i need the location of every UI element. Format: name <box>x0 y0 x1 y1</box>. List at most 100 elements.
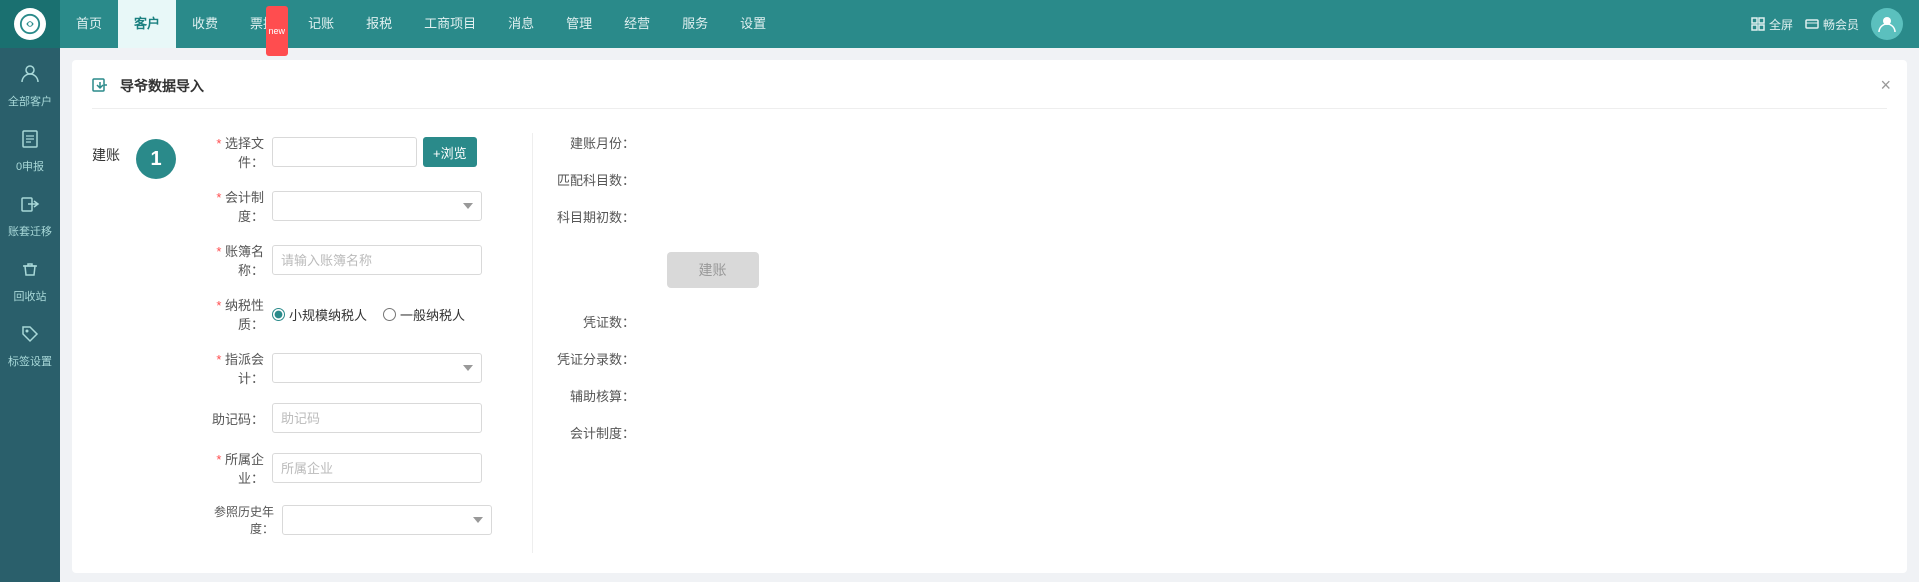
user-icon <box>1877 14 1897 34</box>
zero-declaration-icon <box>20 129 40 154</box>
nav-right: 全屏 畅会员 <box>1751 8 1919 40</box>
history-year-label: 参照历史年度： <box>192 503 282 537</box>
vip-btn[interactable]: 畅会员 <box>1805 16 1859 33</box>
tag-settings-icon <box>20 324 40 349</box>
accountant-row: 指派会计： <box>192 349 492 387</box>
build-account-button[interactable]: 建账 <box>667 252 759 288</box>
file-row: 选择文件： +浏览 <box>192 133 492 171</box>
voucher-entries-label: 凭证分录数： <box>553 349 643 368</box>
app-logo <box>0 0 60 48</box>
nav-bills[interactable]: 票据 new <box>234 0 292 48</box>
ledger-name-input[interactable] <box>272 245 482 275</box>
all-customers-icon <box>20 64 40 89</box>
tax-general-label: 一般纳税人 <box>400 305 465 324</box>
tax-type-group: 小规模纳税人 一般纳税人 <box>272 305 465 324</box>
accounting-system-row: 会计制度： <box>192 187 492 225</box>
sidebar-item-tag-settings[interactable]: 标签设置 <box>2 316 58 377</box>
top-navigation: 首页 客户 收费 票据 new 记账 报税 工商项目 消息 管理 经营 服务 设… <box>0 0 1919 48</box>
step-label: 建账 <box>92 145 120 165</box>
nav-customers[interactable]: 客户 <box>118 0 176 48</box>
build-month-label: 建账月份： <box>553 133 643 152</box>
fullscreen-icon <box>1751 17 1765 31</box>
company-input[interactable] <box>272 453 482 483</box>
form-left: 建账 1 选择文件： +浏览 <box>92 133 492 553</box>
sidebar-label-account-migration: 账套迁移 <box>8 223 52 239</box>
voucher-count-label: 凭证数： <box>553 312 643 331</box>
sidebar-item-zero-declaration[interactable]: 0申报 <box>2 121 58 182</box>
tax-small-label: 小规模纳税人 <box>289 305 367 324</box>
match-subjects-row: 匹配科目数： <box>553 170 812 189</box>
main-content: 导爷数据导入 × 建账 1 选择文件： <box>60 48 1919 582</box>
file-input-group: +浏览 <box>272 137 477 167</box>
nav-business[interactable]: 工商项目 <box>408 0 492 48</box>
sidebar-item-recycle[interactable]: 回收站 <box>2 251 58 312</box>
form-container: 建账 1 选择文件： +浏览 <box>92 133 1887 553</box>
helper-code-row: 助记码： <box>192 403 492 433</box>
helper-code-input[interactable] <box>272 403 482 433</box>
nav-home[interactable]: 首页 <box>60 0 118 48</box>
nav-fees[interactable]: 收费 <box>176 0 234 48</box>
file-label: 选择文件： <box>192 133 272 171</box>
sidebar-item-account-migration[interactable]: 账套迁移 <box>2 186 58 247</box>
file-input[interactable] <box>272 137 417 167</box>
nav-messages[interactable]: 消息 <box>492 0 550 48</box>
tax-general-radio[interactable] <box>383 308 396 321</box>
accounting-system-label: 会计制度： <box>192 187 272 225</box>
sidebar-label-all-customers: 全部客户 <box>8 93 52 109</box>
nav-management[interactable]: 管理 <box>550 0 608 48</box>
panel-header: 导爷数据导入 × <box>92 76 1887 109</box>
logo-icon <box>14 8 46 40</box>
browse-button[interactable]: +浏览 <box>423 137 477 167</box>
history-year-row: 参照历史年度： <box>192 503 492 537</box>
vip-icon <box>1805 17 1819 31</box>
nav-operations[interactable]: 经营 <box>608 0 666 48</box>
right-accounting-system-label: 会计制度： <box>553 423 643 442</box>
helper-code-label: 助记码： <box>192 409 272 428</box>
aux-accounting-row: 辅助核算： <box>553 386 812 405</box>
ledger-name-row: 账簿名称： <box>192 241 492 279</box>
voucher-entries-row: 凭证分录数： <box>553 349 812 368</box>
form-fields: 选择文件： +浏览 会计制度： <box>192 133 492 553</box>
aux-accounting-label: 辅助核算： <box>553 386 643 405</box>
tax-general-option[interactable]: 一般纳税人 <box>383 305 465 324</box>
nav-bookkeeping[interactable]: 记账 <box>292 0 350 48</box>
recycle-icon <box>20 259 40 284</box>
sidebar-label-zero-declaration: 0申报 <box>16 158 44 174</box>
build-btn-area: 建账 <box>553 244 812 288</box>
company-label: 所属企业： <box>192 449 272 487</box>
right-accounting-system-row: 会计制度： <box>553 423 812 442</box>
tax-small-radio[interactable] <box>272 308 285 321</box>
sidebar-label-tag-settings: 标签设置 <box>8 353 52 369</box>
sidebar: 全部客户 0申报 账套迁移 <box>0 48 60 582</box>
history-year-select[interactable] <box>282 505 492 535</box>
ledger-name-label: 账簿名称： <box>192 241 272 279</box>
nav-settings[interactable]: 设置 <box>724 0 782 48</box>
match-subjects-label: 匹配科目数： <box>553 170 643 189</box>
subject-init-label: 科目期初数： <box>553 207 643 226</box>
fullscreen-btn[interactable]: 全屏 <box>1751 16 1793 33</box>
accountant-label: 指派会计： <box>192 349 272 387</box>
nav-service[interactable]: 服务 <box>666 0 724 48</box>
sidebar-label-recycle: 回收站 <box>14 288 47 304</box>
accounting-system-select[interactable] <box>272 191 482 221</box>
build-month-row: 建账月份： <box>553 133 812 152</box>
company-row: 所属企业： <box>192 449 492 487</box>
new-badge: new <box>266 6 289 56</box>
nav-tax[interactable]: 报税 <box>350 0 408 48</box>
tax-small-option[interactable]: 小规模纳税人 <box>272 305 367 324</box>
close-button[interactable]: × <box>1880 76 1891 94</box>
avatar[interactable] <box>1871 8 1903 40</box>
subject-init-row: 科目期初数： <box>553 207 812 226</box>
import-icon <box>92 77 108 96</box>
panel-title: 导爷数据导入 <box>120 76 204 96</box>
voucher-count-row: 凭证数： <box>553 312 812 331</box>
import-panel: 导爷数据导入 × 建账 1 选择文件： <box>72 60 1907 573</box>
form-right: 建账月份： 匹配科目数： 科目期初数： 建账 <box>532 133 812 553</box>
main-layout: 全部客户 0申报 账套迁移 <box>0 48 1919 582</box>
step-badge: 1 <box>136 139 176 179</box>
tax-type-label: 纳税性质： <box>192 295 272 333</box>
accountant-select[interactable] <box>272 353 482 383</box>
nav-items: 首页 客户 收费 票据 new 记账 报税 工商项目 消息 管理 经营 服务 设… <box>60 0 1751 48</box>
sidebar-item-all-customers[interactable]: 全部客户 <box>2 56 58 117</box>
tax-type-row: 纳税性质： 小规模纳税人 一般纳税人 <box>192 295 492 333</box>
